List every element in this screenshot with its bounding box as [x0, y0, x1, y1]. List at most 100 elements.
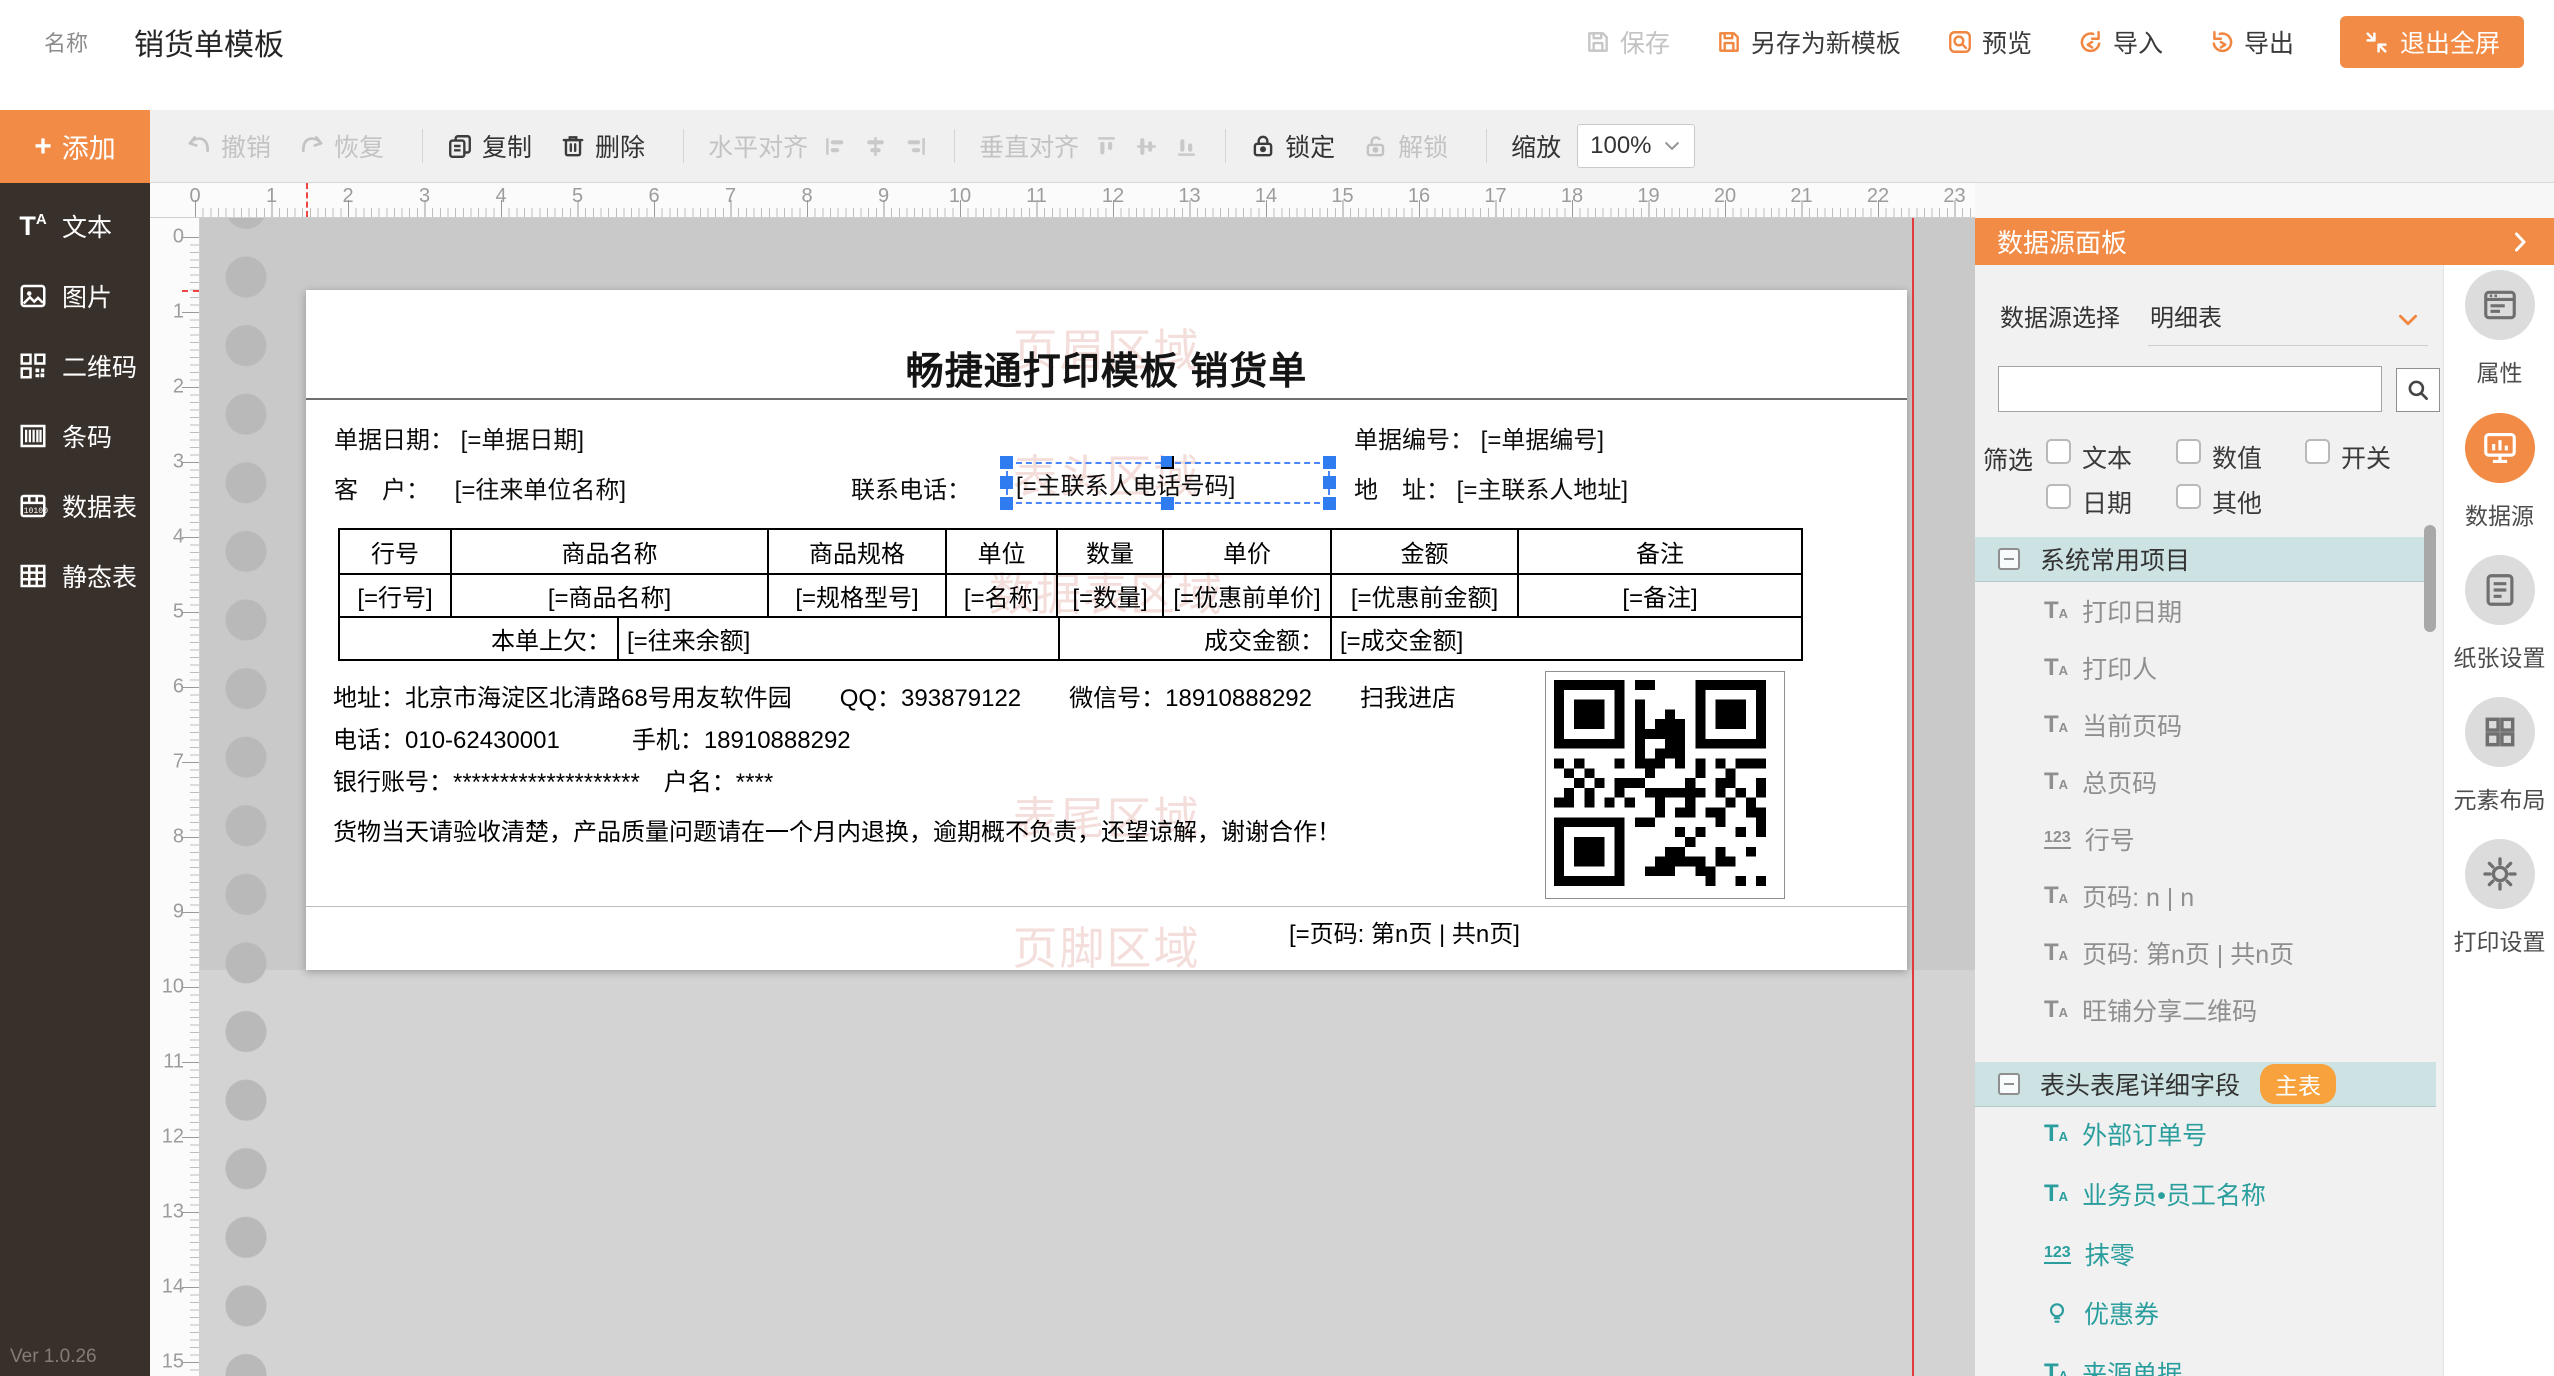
filter-label-text[interactable]: 文本: [2082, 439, 2132, 475]
filter-checkbox-other[interactable]: [2176, 484, 2201, 509]
field-item-print-date[interactable]: TA 打印日期: [2044, 595, 2182, 628]
field-item-print-user[interactable]: TA 打印人: [2044, 652, 2157, 685]
field-item-pageno-short[interactable]: TA 页码: n | n: [2044, 880, 2194, 913]
bill-date-field[interactable]: 单据日期： [=单据日期]: [334, 420, 584, 455]
footer-address-line[interactable]: 地址：北京市海淀区北清路68号用友软件园 QQ：393879122 微信号：18…: [333, 678, 1456, 713]
selected-phone-element[interactable]: [=主联系人电话号码]: [1000, 456, 1336, 510]
exit-fullscreen-button[interactable]: 退出全屏: [2339, 16, 2524, 68]
resize-handle[interactable]: [1323, 497, 1336, 510]
align-bottom-icon[interactable]: [1174, 134, 1199, 159]
filter-checkbox-number[interactable]: [2176, 439, 2201, 464]
field-item-rounding[interactable]: 123 抹零: [2044, 1238, 2135, 1270]
table-data-cell[interactable]: [=优惠前金额]: [1332, 575, 1519, 618]
filter-label-number[interactable]: 数值: [2212, 439, 2262, 475]
preview-button[interactable]: 预览: [1947, 24, 2032, 60]
datasource-panel-header[interactable]: 数据源面板: [1975, 218, 2554, 265]
table-data-cell[interactable]: [=数量]: [1058, 575, 1164, 618]
document-title[interactable]: 畅捷通打印模板 销货单: [306, 340, 1907, 395]
tab-element-layout[interactable]: 元素布局: [2444, 697, 2554, 815]
field-item-current-page[interactable]: TA 当前页码: [2044, 709, 2182, 742]
import-button[interactable]: 导入: [2078, 24, 2163, 60]
field-item-total-pages[interactable]: TA 总页码: [2044, 766, 2157, 799]
unlock-button[interactable]: 解锁: [1363, 128, 1448, 164]
footer-phone-line[interactable]: 电话：010-62430001 手机：18910888292: [333, 720, 851, 755]
resize-handle[interactable]: [1161, 456, 1174, 469]
field-search-input[interactable]: [1998, 366, 2382, 412]
resize-handle[interactable]: [1323, 456, 1336, 469]
goods-table[interactable]: 行号 商品名称 商品规格 单位 数量 单价 金额 备注 [=行号] [=商品名称…: [338, 528, 1803, 661]
collapse-group-icon[interactable]: [1998, 548, 2020, 570]
filter-label-date[interactable]: 日期: [2082, 484, 2132, 520]
copy-button[interactable]: 复制: [447, 128, 532, 164]
table-header-cell[interactable]: 商品名称: [452, 530, 769, 575]
align-middle-icon[interactable]: [1134, 134, 1159, 159]
panel-scrollbar-thumb[interactable]: [2424, 525, 2436, 632]
filter-checkbox-text[interactable]: [2046, 439, 2071, 464]
table-footer-cell[interactable]: 成交金额：: [1060, 618, 1332, 661]
table-footer-cell[interactable]: 本单上欠：: [340, 618, 619, 661]
filter-checkbox-date[interactable]: [2046, 484, 2071, 509]
template-page[interactable]: 页眉区域 表头区域 数据表区域 表尾区域 页脚区域 畅捷通打印模板 销货单 单据…: [306, 290, 1907, 974]
redo-button[interactable]: 恢复: [299, 128, 384, 164]
table-header-cell[interactable]: 单价: [1164, 530, 1332, 575]
table-data-cell[interactable]: [=名称]: [947, 575, 1058, 618]
chevron-down-icon[interactable]: [2395, 307, 2421, 333]
table-data-cell[interactable]: [=规格型号]: [769, 575, 947, 618]
resize-handle[interactable]: [1000, 476, 1013, 489]
design-canvas[interactable]: 页眉区域 表头区域 数据表区域 表尾区域 页脚区域 畅捷通打印模板 销货单 单据…: [200, 218, 1975, 1376]
search-button[interactable]: [2396, 368, 2440, 412]
sidebar-item-statictable[interactable]: 静态表: [0, 541, 150, 611]
table-header-cell[interactable]: 行号: [340, 530, 452, 575]
field-item-pageno-long[interactable]: TA 页码: 第n页 | 共n页: [2044, 937, 2294, 970]
tab-paper-settings[interactable]: 纸张设置: [2444, 555, 2554, 673]
template-title[interactable]: 销货单模板: [134, 20, 284, 64]
sidebar-item-qrcode[interactable]: 二维码: [0, 331, 150, 401]
sidebar-item-text[interactable]: TA 文本: [0, 191, 150, 261]
tab-properties[interactable]: 属性: [2444, 270, 2554, 388]
table-footer-cell[interactable]: [=成交金额]: [1332, 618, 1803, 661]
table-data-cell[interactable]: [=优惠前单价]: [1164, 575, 1332, 618]
align-left-icon[interactable]: [823, 134, 848, 159]
customer-field[interactable]: 客 户： [=往来单位名称]: [334, 470, 626, 505]
footer-notice-line[interactable]: 货物当天请验收清楚，产品质量问题请在一个月内退换，逾期概不负责，还望谅解，谢谢合…: [333, 812, 1341, 847]
tab-datasource[interactable]: 数据源: [2444, 413, 2554, 531]
field-item-external-order[interactable]: TA 外部订单号: [2044, 1118, 2207, 1151]
collapse-group-icon[interactable]: [1998, 1073, 2020, 1095]
export-button[interactable]: 导出: [2209, 24, 2294, 60]
resize-handle[interactable]: [1323, 476, 1336, 489]
footer-bank-line[interactable]: 银行账号：******************** 户名：****: [333, 762, 773, 797]
field-item-shop-qrcode[interactable]: TA 旺铺分享二维码: [2044, 994, 2257, 1027]
address-field[interactable]: 地 址： [=主联系人地址]: [1354, 470, 1628, 505]
table-data-cell[interactable]: [=备注]: [1519, 575, 1803, 618]
align-right-icon[interactable]: [903, 134, 928, 159]
undo-button[interactable]: 撤销: [186, 128, 271, 164]
zoom-select[interactable]: 100%: [1577, 124, 1696, 168]
save-button[interactable]: 保存: [1585, 24, 1670, 60]
tab-print-settings[interactable]: 打印设置: [2444, 839, 2554, 957]
qr-code-element[interactable]: [1545, 671, 1785, 899]
table-data-cell[interactable]: [=商品名称]: [452, 575, 769, 618]
align-top-icon[interactable]: [1094, 134, 1119, 159]
phone-label[interactable]: 联系电话：: [851, 470, 971, 505]
sidebar-item-image[interactable]: 图片: [0, 261, 150, 331]
lock-button[interactable]: 锁定: [1250, 128, 1335, 164]
field-item-coupon[interactable]: 优惠券: [2044, 1297, 2159, 1329]
resize-handle[interactable]: [1000, 497, 1013, 510]
group-header-system-items[interactable]: 系统常用项目: [1975, 537, 2436, 582]
sidebar-item-barcode[interactable]: 条码: [0, 401, 150, 471]
field-item-source-doc[interactable]: TA 来源单据: [2044, 1357, 2182, 1376]
sidebar-item-datatable[interactable]: 数据表: [0, 471, 150, 541]
table-data-cell[interactable]: [=行号]: [340, 575, 452, 618]
table-header-cell[interactable]: 金额: [1332, 530, 1519, 575]
datasource-select-value[interactable]: 明细表: [2150, 298, 2222, 333]
filter-label-switch[interactable]: 开关: [2341, 439, 2391, 475]
collapse-panel-icon[interactable]: [2508, 230, 2532, 254]
resize-handle[interactable]: [1161, 497, 1174, 510]
table-header-cell[interactable]: 单位: [947, 530, 1058, 575]
resize-handle[interactable]: [1000, 456, 1013, 469]
field-item-salesman[interactable]: TA 业务员•员工名称: [2044, 1178, 2266, 1211]
group-header-detail-fields[interactable]: 表头表尾详细字段 主表: [1975, 1062, 2436, 1107]
table-footer-cell[interactable]: [=往来余额]: [619, 618, 1060, 661]
table-header-cell[interactable]: 备注: [1519, 530, 1803, 575]
filter-label-other[interactable]: 其他: [2212, 484, 2262, 520]
